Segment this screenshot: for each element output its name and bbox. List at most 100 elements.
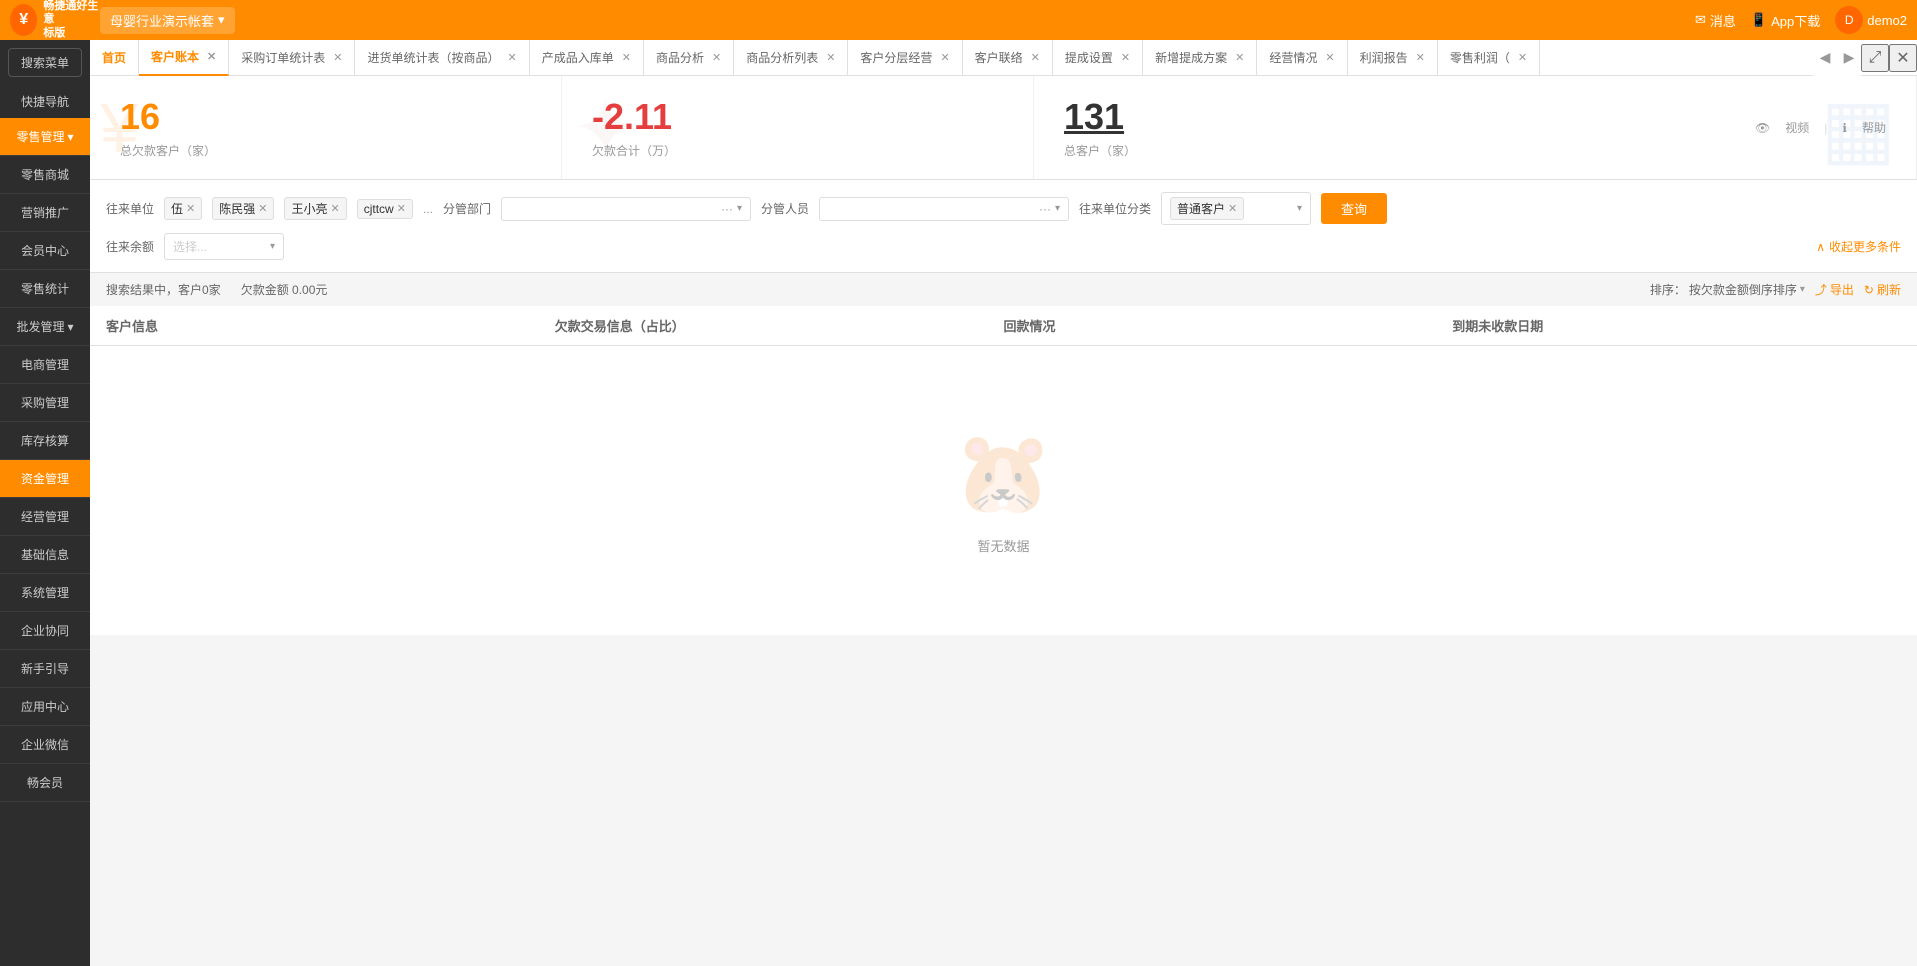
tab-product-analysis-list-close[interactable]: ✕ [826, 51, 835, 64]
refresh-button[interactable]: ↻ 刷新 [1864, 281, 1901, 298]
export-button[interactable]: ⤴ 导出 [1815, 281, 1854, 298]
tab-product-in-close[interactable]: ✕ [622, 51, 631, 64]
sidebar-item-wholesale[interactable]: 批发管理 ▾ [0, 308, 90, 346]
sidebar-item-app-center-label: 应用中心 [21, 700, 69, 714]
tab-purchase-stat[interactable]: 进货单统计表（按商品） ✕ [355, 40, 529, 76]
tab-product-analysis-close[interactable]: ✕ [712, 51, 721, 64]
tab-maximize[interactable]: ⤢ [1861, 44, 1889, 72]
tab-customer-tier[interactable]: 客户分层经营 ✕ [848, 40, 962, 76]
filter-tag-1-close[interactable]: ✕ [258, 202, 267, 215]
tab-close-all[interactable]: ✕ [1889, 44, 1917, 72]
tab-purchase-order[interactable]: 采购订单统计表 ✕ [229, 40, 355, 76]
tab-customer-accounts[interactable]: 客户账本 ✕ [139, 40, 229, 76]
customer-unit-label: 往来单位 [106, 200, 154, 217]
search-button[interactable]: 查询 [1321, 193, 1387, 224]
message-btn[interactable]: ✉ 消息 [1695, 11, 1736, 30]
sidebar-item-retail-mall[interactable]: 零售商城 [0, 156, 90, 194]
sidebar: 搜索菜单 快捷导航 零售管理 ▾ 零售商城 营销推广 会员中心 零售统计 [0, 40, 90, 966]
tab-promotion-settings-close[interactable]: ✕ [1121, 51, 1130, 64]
app-download-label: App下载 [1771, 11, 1820, 30]
tab-purchase-stat-close[interactable]: ✕ [508, 51, 517, 64]
filter-tag-2-close[interactable]: ✕ [331, 202, 340, 215]
tab-retail-profit[interactable]: 零售利润（ ✕ [1438, 40, 1540, 76]
app-download-btn[interactable]: 📱 App下载 [1751, 11, 1820, 30]
tab-purchase-order-close[interactable]: ✕ [333, 51, 342, 64]
sidebar-item-finance[interactable]: 资金管理 [0, 460, 90, 498]
sidebar-item-enterprise-collab[interactable]: 企业协同 [0, 612, 90, 650]
tab-home[interactable]: 首页 [90, 40, 139, 76]
tab-customer-tier-close[interactable]: ✕ [940, 51, 949, 64]
sidebar-item-wholesale-label: 批发管理 [16, 318, 64, 335]
stat-info-3: 131 总客户（家） [1064, 96, 1136, 159]
col-repayment: 回款情况 [1004, 316, 1453, 335]
collapse-button[interactable]: ∧ 收起更多条件 [1816, 238, 1901, 255]
sidebar-item-retail-stat[interactable]: 零售统计 [0, 270, 90, 308]
branch-person-select[interactable]: ··· ▾ [819, 197, 1069, 221]
tab-operations-close[interactable]: ✕ [1325, 51, 1334, 64]
stat-label-credit: 欠款合计（万） [592, 142, 676, 159]
user-profile[interactable]: D demo2 [1835, 6, 1907, 34]
sidebar-item-system[interactable]: 系统管理 [0, 574, 90, 612]
results-summary: 搜索结果中，客户0家 [106, 281, 221, 298]
sidebar-item-purchase[interactable]: 采购管理 [0, 384, 90, 422]
tab-product-in-label: 产成品入库单 [542, 49, 614, 66]
sidebar-item-member[interactable]: 会员中心 [0, 232, 90, 270]
sidebar-item-new-guide-label: 新手引导 [21, 662, 69, 676]
tab-scroll-left[interactable]: ◀ [1813, 40, 1837, 76]
filter-tag-2: 王小亮 ✕ [284, 197, 346, 220]
sidebar-item-retail-label: 零售管理 [16, 128, 64, 145]
main-area: 搜索菜单 快捷导航 零售管理 ▾ 零售商城 营销推广 会员中心 零售统计 [0, 40, 1917, 966]
quick-nav-button[interactable]: 快捷导航 [0, 85, 90, 118]
refresh-icon: ↻ [1864, 283, 1874, 297]
results-right: 排序： 按欠款金额倒序排序 ▾ ⤴ 导出 ↻ 刷新 [1650, 281, 1901, 298]
sidebar-item-free-member[interactable]: 畅会员 [0, 764, 90, 802]
sidebar-item-ecommerce-label: 电商管理 [21, 358, 69, 372]
sort-label-prefix: 排序： [1650, 281, 1686, 298]
tab-retail-profit-close[interactable]: ✕ [1518, 51, 1527, 64]
tab-customer-tier-label: 客户分层经营 [860, 49, 932, 66]
tab-new-promotion[interactable]: 新增提成方案 ✕ [1143, 40, 1257, 76]
filter-more-btn[interactable]: ... [423, 202, 433, 216]
sidebar-item-retail[interactable]: 零售管理 ▾ [0, 118, 90, 156]
tab-product-in[interactable]: 产成品入库单 ✕ [530, 40, 644, 76]
account-dropdown[interactable]: 母婴行业演示帐套 ▾ [100, 7, 235, 34]
tab-operations[interactable]: 经营情况 ✕ [1257, 40, 1347, 76]
sidebar-item-marketing[interactable]: 营销推广 [0, 194, 90, 232]
video-label[interactable]: 视频 [1785, 119, 1809, 136]
sidebar-item-inventory[interactable]: 库存核算 [0, 422, 90, 460]
sidebar-item-app-center[interactable]: 应用中心 [0, 688, 90, 726]
filter-tag-0-value: 伍 [171, 200, 183, 217]
sidebar-item-basic-info[interactable]: 基础信息 [0, 536, 90, 574]
chevron-down-person: ▾ [1055, 203, 1060, 214]
filter-tag-0-close[interactable]: ✕ [186, 202, 195, 215]
tab-scroll-right[interactable]: ▶ [1837, 40, 1861, 76]
customer-class-select[interactable]: 普通客户 ✕ ▾ [1161, 192, 1311, 225]
tab-profit-report-close[interactable]: ✕ [1416, 51, 1425, 64]
avatar: D [1835, 6, 1863, 34]
tab-profit-report[interactable]: 利润报告 ✕ [1348, 40, 1438, 76]
chevron-right-icon-wholesale: ▾ [67, 320, 73, 334]
sidebar-item-ecommerce[interactable]: 电商管理 [0, 346, 90, 384]
logo-text: 畅捷通好生意 标版 [43, 0, 100, 40]
sidebar-item-operations[interactable]: 经营管理 [0, 498, 90, 536]
tab-customer-contact-close[interactable]: ✕ [1031, 51, 1040, 64]
tab-product-analysis-list-label: 商品分析列表 [746, 49, 818, 66]
filter-tag-3-close[interactable]: ✕ [397, 202, 406, 215]
sort-select[interactable]: 排序： 按欠款金额倒序排序 ▾ [1650, 281, 1805, 298]
tab-product-analysis[interactable]: 商品分析 ✕ [644, 40, 734, 76]
stat-card-total-customers: ▦ 131 总客户（家） 👁 视频 | ℹ 帮助 [1034, 76, 1917, 179]
tab-customer-contact[interactable]: 客户联络 ✕ [963, 40, 1053, 76]
sidebar-item-new-guide[interactable]: 新手引导 [0, 650, 90, 688]
search-menu-button[interactable]: 搜索菜单 [8, 48, 82, 77]
col-credit-info: 欠款交易信息（占比） [555, 316, 1004, 335]
tab-new-promotion-close[interactable]: ✕ [1235, 51, 1244, 64]
customer-class-close[interactable]: ✕ [1228, 202, 1237, 215]
export-icon: ⤴ [1815, 281, 1827, 298]
branch-dept-select[interactable]: ··· ▾ [501, 197, 751, 221]
tab-product-analysis-list[interactable]: 商品分析列表 ✕ [734, 40, 848, 76]
tab-customer-accounts-close[interactable]: ✕ [207, 50, 216, 63]
balance-select[interactable]: 选择... ▾ [164, 233, 284, 260]
tab-promotion-settings[interactable]: 提成设置 ✕ [1053, 40, 1143, 76]
sidebar-item-enterprise-wechat[interactable]: 企业微信 [0, 726, 90, 764]
branch-person-label: 分管人员 [761, 200, 809, 217]
